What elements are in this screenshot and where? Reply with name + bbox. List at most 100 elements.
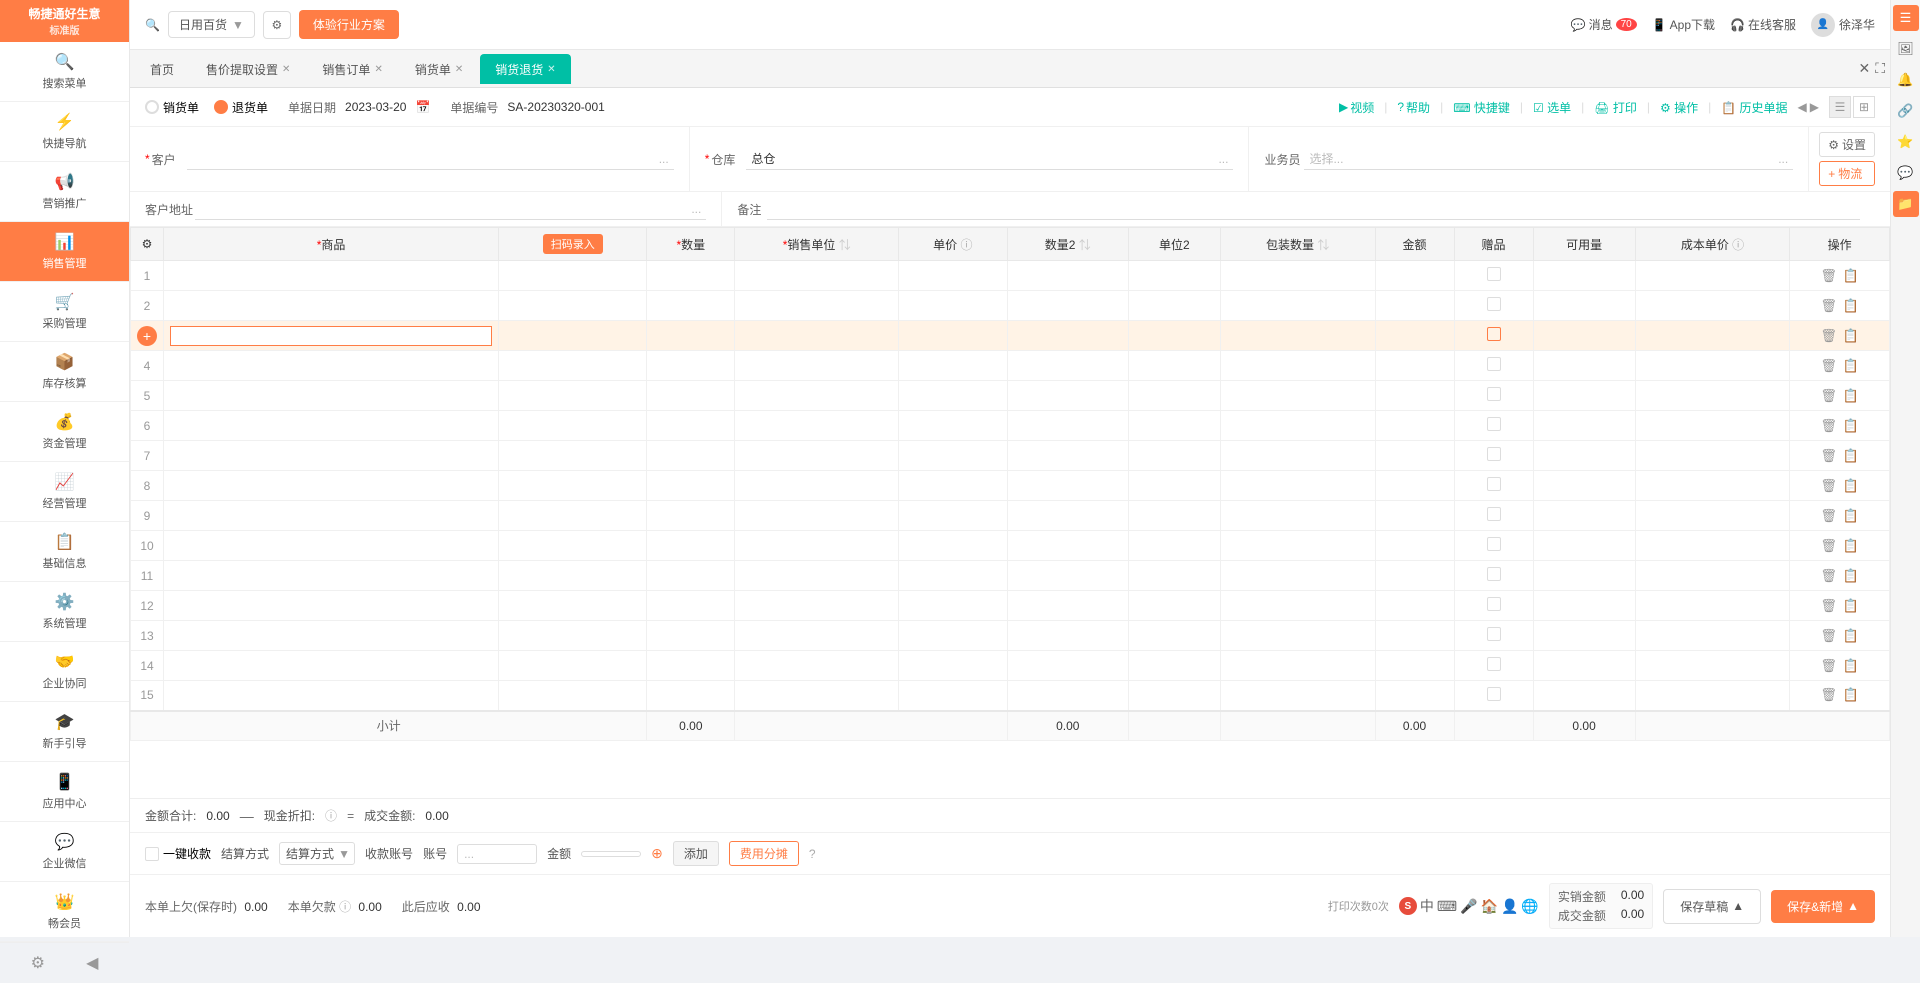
copy-row-btn[interactable]: 📋 [1843,598,1859,614]
pack-cell[interactable] [1220,561,1375,591]
gift-cell[interactable] [1454,471,1533,501]
available-cell[interactable] [1533,381,1635,411]
qty2-cell[interactable] [1007,411,1128,441]
unit-cell[interactable] [735,351,899,381]
pack-cell[interactable] [1220,531,1375,561]
goods-cell[interactable] [164,471,499,501]
settle-method-select[interactable]: 结算方式 ▼ [279,842,355,865]
goods-cell[interactable] [164,531,499,561]
delete-row-btn[interactable]: 🗑 [1820,508,1837,524]
cost-cell[interactable] [1635,591,1790,621]
gift-checkbox[interactable] [1487,267,1501,281]
gift-cell[interactable] [1454,591,1533,621]
search-menu-link[interactable]: 🔍 [145,18,160,32]
gift-checkbox[interactable] [1487,417,1501,431]
close-all-icon[interactable]: ✕ [1858,60,1870,77]
cost-cell[interactable] [1635,261,1790,291]
unit-cell[interactable] [735,261,899,291]
unit2-cell[interactable] [1128,291,1220,321]
price-cell[interactable] [899,501,1008,531]
unit-cell[interactable] [735,471,899,501]
sort3-icon[interactable]: ⇅ [1317,238,1329,252]
quick-icon4[interactable]: 🏠 [1481,898,1498,915]
online-service-link[interactable]: 🎧 在线客服 [1730,16,1796,33]
one-key-check[interactable]: 一键收款 [145,845,211,862]
unit2-cell[interactable] [1128,621,1220,651]
delete-row-btn[interactable]: 🗑 [1820,478,1837,494]
add-row-btn[interactable]: + [137,326,157,346]
cost-cell[interactable] [1635,381,1790,411]
pack-cell[interactable] [1220,351,1375,381]
delete-row-btn[interactable]: 🗑 [1820,328,1837,344]
help-link[interactable]: ? 帮助 [1397,99,1430,116]
gift-cell[interactable] [1454,531,1533,561]
unit2-cell[interactable] [1128,531,1220,561]
topbar-settings-btn[interactable]: ⚙ [263,11,291,39]
gift-checkbox[interactable] [1487,357,1501,371]
unit2-cell[interactable] [1128,651,1220,681]
unit-cell[interactable] [735,381,899,411]
copy-row-btn[interactable]: 📋 [1843,658,1859,674]
pack-cell[interactable] [1220,621,1375,651]
unit-cell[interactable] [735,651,899,681]
gift-checkbox[interactable] [1487,627,1501,641]
remark-input[interactable] [767,198,1860,220]
amount-cell[interactable] [1375,531,1454,561]
split-fee-btn[interactable]: 费用分摊 [729,841,799,866]
app-download-link[interactable]: 📱 App下载 [1652,16,1715,33]
delete-row-btn[interactable]: 🗑 [1820,628,1837,644]
gift-cell[interactable] [1454,501,1533,531]
copy-row-btn[interactable]: 📋 [1843,358,1859,374]
copy-row-btn[interactable]: 📋 [1843,568,1859,584]
pack-cell[interactable] [1220,651,1375,681]
payment-amount-input[interactable] [581,851,641,857]
goods-cell[interactable] [164,291,499,321]
goods-cell[interactable] [164,261,499,291]
gift-checkbox[interactable] [1487,327,1501,341]
available-cell[interactable] [1533,591,1635,621]
tab-3[interactable]: 销货单✕ [400,54,478,84]
goods-cell[interactable] [164,681,499,711]
tab-close-icon[interactable]: ✕ [455,64,463,75]
unit-cell[interactable] [735,501,899,531]
price-cell[interactable] [899,351,1008,381]
gift-cell[interactable] [1454,381,1533,411]
unit2-cell[interactable] [1128,501,1220,531]
copy-row-btn[interactable]: 📋 [1843,628,1859,644]
add-material-btn[interactable]: + 物流 [1819,161,1875,186]
warehouse-input[interactable]: 总仓 ... [746,148,1233,170]
pack-cell[interactable] [1220,381,1375,411]
goods-cell[interactable] [164,441,499,471]
available-cell[interactable] [1533,471,1635,501]
tab-close-icon[interactable]: ✕ [374,64,382,75]
sidebar-item-经营管理[interactable]: 📈经营管理 [0,462,129,522]
history-link[interactable]: 📋 历史单据 [1721,99,1787,116]
pack-cell[interactable] [1220,321,1375,351]
available-cell[interactable] [1533,261,1635,291]
tab-close-icon[interactable]: ✕ [282,64,290,75]
cost-cell[interactable] [1635,291,1790,321]
list-view-btn[interactable]: ☰ [1829,96,1851,118]
available-cell[interactable] [1533,411,1635,441]
sidebar-item-销售管理[interactable]: 📊销售管理 [0,222,129,282]
sidebar-item-资金管理[interactable]: 💰资金管理 [0,402,129,462]
available-cell[interactable] [1533,291,1635,321]
quick-icon5[interactable]: 👤 [1501,898,1518,915]
goods-cell[interactable] [164,651,499,681]
right-icon-image[interactable]: 🖼 [1893,36,1919,62]
delete-row-btn[interactable]: 🗑 [1820,568,1837,584]
qty-cell[interactable] [647,621,735,651]
qty-cell[interactable] [647,591,735,621]
gift-cell[interactable] [1454,621,1533,651]
price-cell[interactable] [899,471,1008,501]
unit2-cell[interactable] [1128,591,1220,621]
delete-row-btn[interactable]: 🗑 [1820,448,1837,464]
tab-4[interactable]: 销货退货✕ [480,54,570,84]
unit2-cell[interactable] [1128,321,1220,351]
pack-cell[interactable] [1220,441,1375,471]
amount-cell[interactable] [1375,261,1454,291]
cost-cell[interactable] [1635,471,1790,501]
delete-row-btn[interactable]: 🗑 [1820,598,1837,614]
qty-cell[interactable] [647,321,735,351]
goods-cell[interactable] [164,351,499,381]
